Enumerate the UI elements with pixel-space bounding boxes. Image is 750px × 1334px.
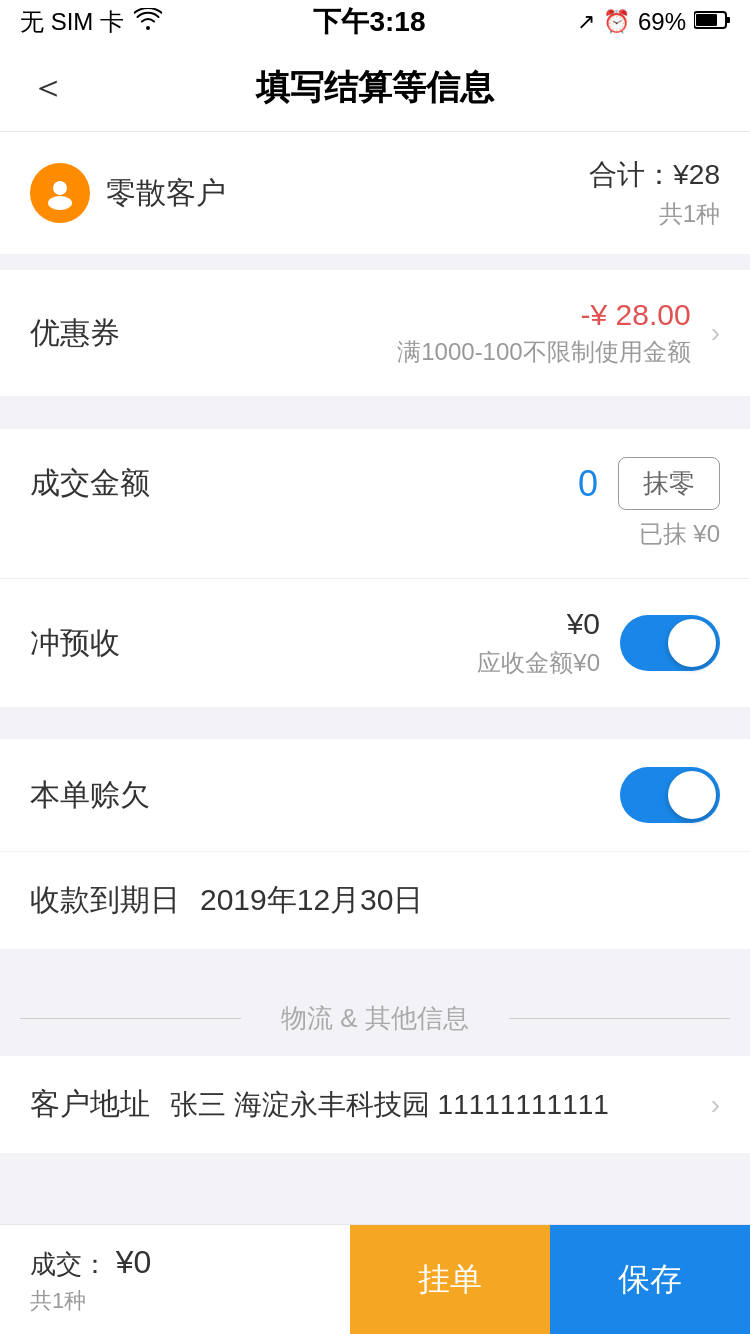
voucher-card[interactable]: 优惠券 -¥ 28.00 满1000-100不限制使用金额 › [0, 270, 750, 397]
status-right: ↗ ⏰ 69% [577, 8, 730, 36]
time-display: 下午3:18 [313, 3, 425, 41]
voucher-description: 满1000-100不限制使用金额 [397, 336, 690, 368]
page-title: 填写结算等信息 [256, 65, 494, 111]
deal-amount-section: 成交金额 0 抹零 已抹 ¥0 [0, 429, 750, 579]
advance-toggle[interactable] [620, 615, 720, 671]
total-amount: 合计：¥28 [589, 156, 720, 194]
voucher-row[interactable]: 优惠券 -¥ 28.00 满1000-100不限制使用金额 › [0, 270, 750, 397]
address-label: 客户地址 [30, 1084, 150, 1125]
logistics-header: 物流 & 其他信息 [0, 981, 750, 1056]
debt-toggle-thumb [668, 771, 716, 819]
customer-right: 合计：¥28 共1种 [589, 156, 720, 230]
advance-amount: ¥0 [567, 607, 600, 641]
status-left: 无 SIM 卡 [20, 6, 162, 38]
carrier-label: 无 SIM 卡 [20, 6, 124, 38]
bottom-summary: 成交： ¥0 共1种 [0, 1244, 350, 1316]
deal-amount-sub: 已抹 ¥0 [30, 518, 720, 550]
logistics-line-right [509, 1018, 730, 1019]
advance-right: ¥0 应收金额¥0 [477, 607, 720, 679]
svg-point-3 [53, 181, 67, 195]
voucher-chevron-icon: › [711, 317, 720, 349]
bottom-deal-label: 成交： [30, 1249, 108, 1279]
content-area: 零散客户 合计：¥28 共1种 优惠券 -¥ 28.00 满1000-100不限… [0, 132, 750, 1289]
svg-point-4 [48, 196, 72, 210]
bottom-deal-amount: ¥0 [116, 1244, 152, 1280]
address-value: 张三 海淀永丰科技园 11111111111 [170, 1086, 691, 1124]
deal-amount-top-row: 成交金额 0 抹零 [30, 457, 720, 510]
address-chevron-icon: › [711, 1089, 720, 1121]
svg-rect-2 [696, 14, 717, 26]
debt-label: 本单赊欠 [30, 775, 150, 816]
nav-bar: ＜ 填写结算等信息 [0, 44, 750, 132]
deal-amount-input-area: 0 抹零 [578, 457, 720, 510]
address-row[interactable]: 客户地址 张三 海淀永丰科技园 11111111111 › [0, 1056, 750, 1153]
divider-2 [0, 723, 750, 739]
due-date-row[interactable]: 收款到期日 2019年12月30日 [0, 852, 750, 949]
bottom-count: 共1种 [30, 1286, 320, 1316]
battery-label: 69% [638, 8, 686, 36]
deal-amount-label: 成交金额 [30, 463, 150, 504]
bottom-bar: 成交： ¥0 共1种 挂单 保存 [0, 1224, 750, 1334]
debt-row: 本单赊欠 [0, 739, 750, 852]
voucher-discount: -¥ 28.00 [581, 298, 691, 332]
save-button[interactable]: 保存 [550, 1225, 750, 1335]
customer-card: 零散客户 合计：¥28 共1种 [0, 132, 750, 254]
logistics-title: 物流 & 其他信息 [281, 1001, 469, 1036]
customer-left: 零散客户 [30, 163, 226, 223]
advance-label: 冲预收 [30, 623, 120, 664]
advance-row: 冲预收 ¥0 应收金额¥0 [0, 579, 750, 707]
bottom-deal-row: 成交： ¥0 [30, 1244, 320, 1282]
address-card[interactable]: 客户地址 张三 海淀永丰科技园 11111111111 › [0, 1056, 750, 1153]
voucher-info: -¥ 28.00 满1000-100不限制使用金额 [397, 298, 690, 368]
customer-name: 零散客户 [106, 173, 226, 214]
voucher-label: 优惠券 [30, 313, 120, 354]
battery-icon [694, 8, 730, 36]
hold-button[interactable]: 挂单 [350, 1225, 550, 1335]
logistics-line-left [20, 1018, 241, 1019]
deal-amount-card: 成交金额 0 抹零 已抹 ¥0 冲预收 ¥0 应收金额¥0 [0, 429, 750, 707]
divider-1 [0, 413, 750, 429]
due-date-label: 收款到期日 [30, 880, 180, 921]
avatar [30, 163, 90, 223]
alarm-icon: ⏰ [603, 9, 630, 35]
location-icon: ↗ [577, 9, 595, 35]
back-button[interactable]: ＜ [30, 63, 66, 112]
debt-toggle-track [620, 767, 720, 823]
round-zero-button[interactable]: 抹零 [618, 457, 720, 510]
wifi-icon [134, 8, 162, 36]
debt-card: 本单赊欠 收款到期日 2019年12月30日 [0, 739, 750, 949]
divider-3 [0, 965, 750, 981]
svg-rect-1 [726, 17, 730, 23]
due-date-value: 2019年12月30日 [200, 880, 423, 921]
advance-toggle-thumb [668, 619, 716, 667]
advance-amounts: ¥0 应收金额¥0 [477, 607, 600, 679]
voucher-right: -¥ 28.00 满1000-100不限制使用金额 › [397, 298, 720, 368]
status-bar: 无 SIM 卡 下午3:18 ↗ ⏰ 69% [0, 0, 750, 44]
debt-toggle[interactable] [620, 767, 720, 823]
deal-amount-value[interactable]: 0 [578, 463, 598, 505]
customer-row: 零散客户 合计：¥28 共1种 [0, 132, 750, 254]
advance-sub: 应收金额¥0 [477, 647, 600, 679]
total-count: 共1种 [589, 198, 720, 230]
advance-toggle-track [620, 615, 720, 671]
